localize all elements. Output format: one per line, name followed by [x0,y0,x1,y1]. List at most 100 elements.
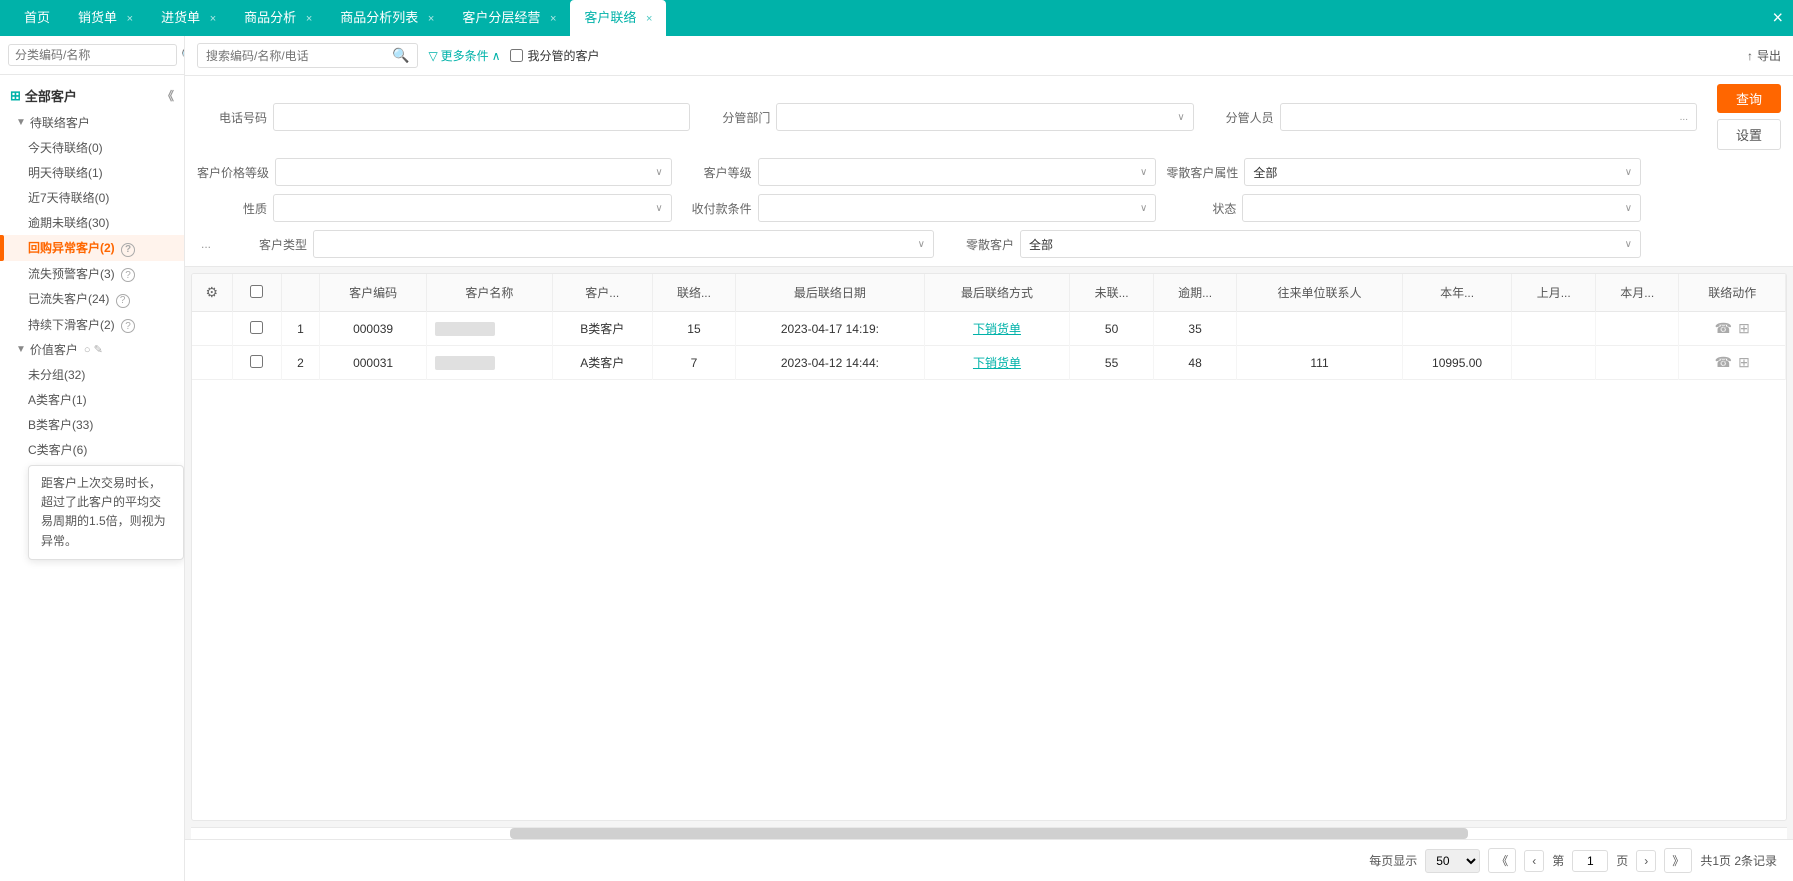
table-row: 1 000039 B类客户 15 2023-04-17 14:19: 下销货单 … [192,312,1786,346]
per-page-select[interactable]: 50 20 100 [1425,849,1480,873]
col-unread[interactable]: 未联... [1070,274,1154,312]
my-customers-checkbox[interactable] [510,49,523,62]
contact-method-link[interactable]: 下销货单 [973,322,1021,336]
col-last-contact-method[interactable]: 最后联络方式 [924,274,1070,312]
status-label: 状态 [1166,200,1236,217]
horizontal-scroll-bar[interactable] [191,827,1787,839]
phone-input[interactable] [273,103,690,131]
row-checkbox-cell[interactable] [232,312,281,346]
sidebar-repurchase-abnormal[interactable]: 回购异常客户(2) ? [0,235,184,261]
customer-type-select[interactable]: ∨ [313,230,934,258]
col-last-month[interactable]: 上月... [1512,274,1596,312]
all-customers-title[interactable]: ⊞ 全部客户 《 [0,81,184,110]
prev-page-btn[interactable]: ‹ [1524,850,1544,872]
row-checkbox-cell[interactable] [232,346,281,380]
row-checkbox[interactable] [250,321,263,334]
sidebar-tomorrow-pending[interactable]: 明天待联络(1) [0,160,184,185]
row-last-contact-method[interactable]: 下销货单 [924,346,1070,380]
last-page-btn[interactable]: 》 [1664,848,1692,873]
more-filters-dots[interactable]: ... [201,237,211,251]
sidebar-today-pending[interactable]: 今天待联络(0) [0,135,184,160]
retail-customer-select[interactable]: 全部 ∨ [1020,230,1641,258]
first-page-btn[interactable]: 《 [1488,848,1516,873]
nav-customer-tier[interactable]: 客户分层经营 × [448,0,570,36]
lost-info-icon[interactable]: ? [116,294,130,308]
price-grade-select[interactable]: ∨ [275,158,672,186]
col-this-month[interactable]: 本月... [1595,274,1679,312]
nav-customer-contact-close[interactable]: × [646,13,652,25]
lost-predict-info-icon[interactable]: ? [121,268,135,282]
sidebar-overdue-contact[interactable]: 逾期未联络(30) [0,210,184,235]
column-settings-btn[interactable]: ⚙ [203,282,220,303]
contact-method-link[interactable]: 下销货单 [973,356,1021,370]
close-all-tabs[interactable]: × [1772,8,1783,29]
value-customer-group[interactable]: ▼ 价值客户 ○ ✎ [0,337,184,362]
nav-product-analysis-close[interactable]: × [306,13,312,25]
col-overdue[interactable]: 逾期... [1153,274,1237,312]
gender-select[interactable]: ∨ [273,194,672,222]
nav-sales-close[interactable]: × [127,13,133,25]
contact-record-icon[interactable]: ⊞ [1738,320,1750,337]
nav-product-list-close[interactable]: × [428,13,434,25]
repurchase-info-icon[interactable]: ? [121,243,135,257]
nav-customer-contact[interactable]: 客户联络 × [570,0,666,36]
nav-customer-tier-close[interactable]: × [550,13,556,25]
filter-retail-attr: 零散客户属性 全部 ∨ [1166,158,1641,186]
dept-select[interactable]: ∨ [776,103,1193,131]
sidebar-declining-customers[interactable]: 持续下滑客户(2) ? [0,312,184,338]
nav-product-analysis[interactable]: 商品分析 × [230,0,326,36]
sidebar-b-customers[interactable]: B类客户(33) [0,412,184,437]
col-contact[interactable]: 联络... [652,274,736,312]
col-gear[interactable]: ⚙ [192,274,232,312]
query-button[interactable]: 查询 [1717,84,1781,113]
page-input[interactable] [1572,850,1608,872]
toolbar-search-icon[interactable]: 🔍 [392,47,409,64]
col-last-contact-date[interactable]: 最后联络日期 [736,274,924,312]
col-actions: 联络动作 [1679,274,1786,312]
col-customer-type[interactable]: 客户... [552,274,652,312]
contact-record-icon[interactable]: ⊞ [1738,354,1750,371]
col-customer-code[interactable]: 客户编码 [320,274,426,312]
page-unit-label: 页 [1616,852,1628,869]
edit-group-icon[interactable]: ○ ✎ [84,343,103,356]
customer-grade-select[interactable]: ∨ [758,158,1157,186]
sidebar-lost-customers[interactable]: 已流失客户(24) ? [0,286,184,312]
col-this-year[interactable]: 本年... [1402,274,1512,312]
nav-home[interactable]: 首页 [10,0,64,36]
select-all-checkbox[interactable] [250,285,263,298]
col-customer-name[interactable]: 客户名称 [426,274,552,312]
row-last-contact-method[interactable]: 下销货单 [924,312,1070,346]
contact-phone-icon[interactable]: ☎ [1715,354,1732,371]
more-conditions-btn[interactable]: ▽ 更多条件 ∧ [428,47,500,64]
sidebar-lost-predict[interactable]: 流失预警客户(3) ? [0,261,184,287]
sidebar-7days-pending[interactable]: 近7天待联络(0) [0,185,184,210]
declining-info-icon[interactable]: ? [121,319,135,333]
payment-select[interactable]: ∨ [758,194,1157,222]
sidebar-c-customers[interactable]: C类客户(6) [0,437,184,462]
my-customers-label: 我分管的客户 [527,47,599,64]
sidebar-a-customers[interactable]: A类客户(1) [0,387,184,412]
nav-product-list[interactable]: 商品分析列表 × [326,0,448,36]
export-btn[interactable]: ↑ 导出 [1747,47,1781,64]
contact-phone-icon[interactable]: ☎ [1715,320,1732,337]
nav-purchase[interactable]: 进货单 × [147,0,230,36]
settings-button[interactable]: 设置 [1717,119,1781,150]
my-customers-filter[interactable]: 我分管的客户 [510,47,599,64]
sidebar-search-input[interactable] [8,44,177,66]
filter-customer-type: 客户类型 ∨ [237,230,934,258]
sidebar-collapse-btn[interactable]: 《 [162,87,174,104]
staff-select[interactable]: ... [1280,103,1697,131]
col-unit-contact[interactable]: 往来单位联系人 [1237,274,1402,312]
pending-contact-group[interactable]: ▼ 待联络客户 [0,110,184,135]
row-checkbox[interactable] [250,355,263,368]
sidebar-ungrouped[interactable]: 未分组(32) [0,362,184,387]
col-checkbox[interactable] [232,274,281,312]
value-customer-label: 价值客户 [30,341,78,358]
nav-sales[interactable]: 销货单 × [64,0,147,36]
search-input[interactable] [206,49,386,63]
status-select[interactable]: ∨ [1242,194,1641,222]
sidebar-tree: ⊞ 全部客户 《 ▼ 待联络客户 今天待联络(0) 明天待联络(1) 近7天待联… [0,75,184,881]
next-page-btn[interactable]: › [1636,850,1656,872]
nav-purchase-close[interactable]: × [210,13,216,25]
retail-attr-select[interactable]: 全部 ∨ [1244,158,1641,186]
